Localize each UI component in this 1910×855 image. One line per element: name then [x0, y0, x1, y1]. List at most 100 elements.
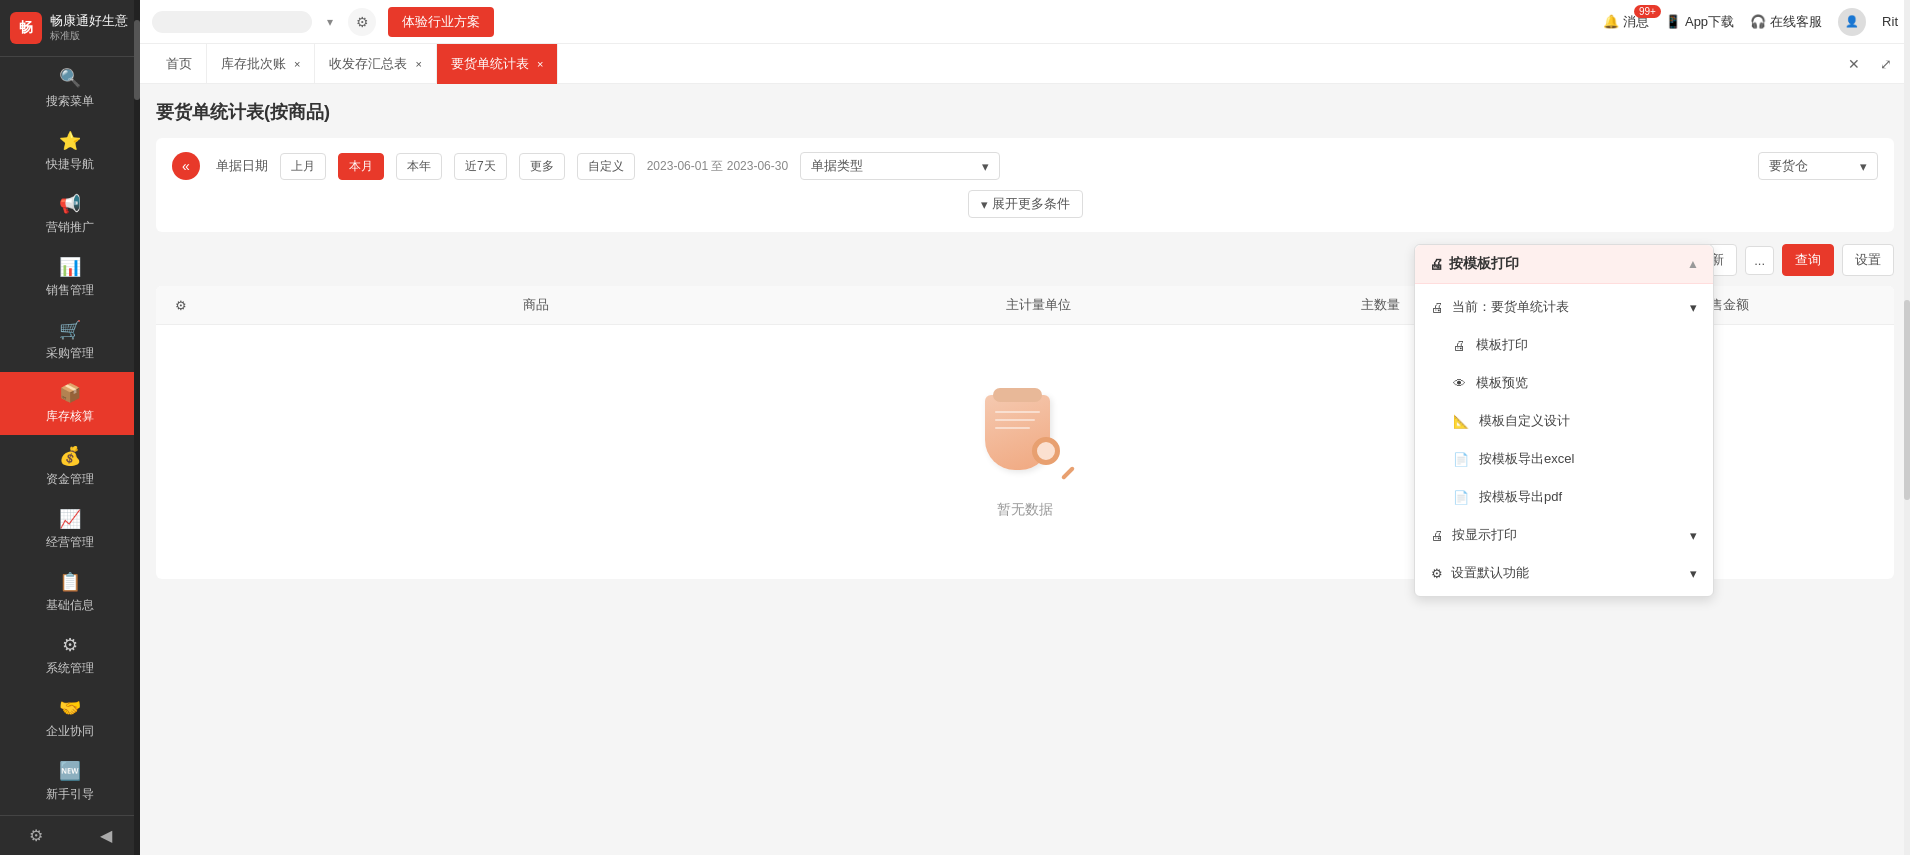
template-preview-item[interactable]: 👁 模板预览	[1415, 364, 1713, 402]
set-default-item[interactable]: ⚙ 设置默认功能 ▾	[1415, 554, 1713, 592]
sidebar-scroll: 🔍 搜索菜单 ⭐ 快捷导航 📢 营销推广 📊 销售管理 🛒 采购管理 📦 库存核…	[0, 57, 140, 815]
tab-receipt-summary-close[interactable]: ×	[415, 58, 421, 70]
date-btn-more[interactable]: 更多	[519, 153, 565, 180]
tab-inventory-batch-close[interactable]: ×	[294, 58, 300, 70]
date-range-display: 2023-06-01 至 2023-06-30	[647, 158, 788, 175]
online-service-btn[interactable]: 🎧 在线客服	[1750, 13, 1822, 31]
sidebar-item-operations[interactable]: 📈 经营管理	[0, 498, 140, 561]
sidebar-item-quick-nav[interactable]: ⭐ 快捷导航	[0, 120, 140, 183]
tab-order-summary[interactable]: 要货单统计表 ×	[437, 44, 558, 84]
search-input[interactable]	[152, 11, 312, 33]
template-dropdown-header: 🖨 按模板打印 ▲	[1415, 245, 1713, 284]
set-default-label: 设置默认功能	[1451, 564, 1529, 582]
date-btn-custom[interactable]: 自定义	[577, 153, 635, 180]
printer-icon: 🖨	[1429, 256, 1443, 272]
template-export-excel-label: 按模板导出excel	[1479, 450, 1574, 468]
purchase-icon: 🛒	[59, 319, 81, 341]
app-name-block: 畅康通好生意 标准版	[50, 13, 128, 44]
date-btn-7days[interactable]: 近7天	[454, 153, 507, 180]
topbar-settings-btn[interactable]: ⚙	[348, 8, 376, 36]
sidebar-item-basic-info[interactable]: 📋 基础信息	[0, 561, 140, 624]
template-export-pdf-item[interactable]: 📄 按模板导出pdf	[1415, 478, 1713, 516]
enterprise-icon: 🤝	[59, 697, 81, 719]
expand-filter-btn[interactable]: «	[172, 152, 200, 180]
page-scrollbar[interactable]	[1904, 0, 1910, 855]
sidebar-item-marketing[interactable]: 📢 营销推广	[0, 183, 140, 246]
display-print-item[interactable]: 🖨 按显示打印 ▾	[1415, 516, 1713, 554]
bell-icon: 🔔	[1603, 14, 1619, 29]
headset-icon: 🎧	[1750, 14, 1766, 29]
template-print-dropdown: 🖨 按模板打印 ▲ 🖨 当前：要货单统计表 ▾	[1414, 244, 1714, 597]
settings-bottom-icon[interactable]: ⚙	[29, 826, 43, 845]
col-unit: 主计量单位	[867, 296, 1209, 314]
template-current-item[interactable]: 🖨 当前：要货单统计表 ▾	[1415, 288, 1713, 326]
expand-more-label: 展开更多条件	[992, 195, 1070, 213]
sidebar-item-label: 新手引导	[46, 786, 94, 803]
template-print-label: 模板打印	[1476, 336, 1528, 354]
order-type-label: 单据类型	[811, 157, 863, 175]
order-type-select[interactable]: 单据类型 ▾	[800, 152, 1000, 180]
template-custom-item[interactable]: 📐 模板自定义设计	[1415, 402, 1713, 440]
more-actions-btn[interactable]: ...	[1745, 246, 1774, 275]
sidebar-item-inventory[interactable]: 📦 库存核算	[0, 372, 140, 435]
sidebar-item-purchase[interactable]: 🛒 采购管理	[0, 309, 140, 372]
template-export-pdf-label: 按模板导出pdf	[1479, 488, 1562, 506]
sidebar-item-enterprise[interactable]: 🤝 企业协同	[0, 687, 140, 750]
app-badge: 标准版	[50, 29, 128, 43]
sidebar-item-label: 系统管理	[46, 660, 94, 677]
template-current-label: 当前：要货单统计表	[1452, 298, 1569, 316]
sidebar-item-label: 快捷导航	[46, 156, 94, 173]
template-dropdown-title: 🖨 按模板打印	[1429, 255, 1519, 273]
empty-text: 暂无数据	[997, 501, 1053, 519]
expand-more-icon: ▾	[981, 197, 988, 212]
goods-warehouse-label: 要货仓	[1769, 157, 1808, 175]
date-btn-this-year[interactable]: 本年	[396, 153, 442, 180]
sidebar-item-search-menu[interactable]: 🔍 搜索菜单	[0, 57, 140, 120]
notifications-btn[interactable]: 🔔 消息 99+	[1603, 13, 1649, 31]
expand-more-btn[interactable]: ▾ 展开更多条件	[968, 190, 1083, 218]
settings-btn[interactable]: 设置	[1842, 244, 1894, 276]
order-type-chevron-icon: ▾	[982, 159, 989, 174]
logo-icon: 畅	[10, 12, 42, 44]
sidebar-item-system[interactable]: ⚙ 系统管理	[0, 624, 140, 687]
notifications-badge: 99+	[1634, 5, 1661, 18]
goods-warehouse-select[interactable]: 要货仓 ▾	[1758, 152, 1878, 180]
sidebar-item-finance[interactable]: 💰 资金管理	[0, 435, 140, 498]
app-download-btn[interactable]: 📱 App下载	[1665, 13, 1734, 31]
date-btn-last-month[interactable]: 上月	[280, 153, 326, 180]
expand-window-btn[interactable]: ⤢	[1874, 52, 1898, 76]
tab-order-summary-label: 要货单统计表	[451, 55, 529, 73]
sidebar-item-label: 营销推广	[46, 219, 94, 236]
set-default-chevron-icon: ▾	[1690, 566, 1697, 581]
sidebar-item-label: 销售管理	[46, 282, 94, 299]
tab-home[interactable]: 首页	[152, 44, 207, 84]
sidebar-item-label: 基础信息	[46, 597, 94, 614]
column-settings-icon[interactable]: ⚙	[175, 298, 187, 313]
template-dropdown-collapse-icon[interactable]: ▲	[1687, 257, 1699, 271]
tab-order-summary-close[interactable]: ×	[537, 58, 543, 70]
guide-icon: 🆕	[59, 760, 81, 782]
template-print-item[interactable]: 🖨 模板打印	[1415, 326, 1713, 364]
query-btn[interactable]: 查询	[1782, 244, 1834, 276]
filter-card: « 单据日期 上月 本月 本年 近7天 更多 自定义 2023-06-01 至 …	[156, 138, 1894, 232]
sidebar-item-label: 企业协同	[46, 723, 94, 740]
search-dropdown-icon[interactable]: ▾	[320, 12, 340, 32]
tab-inventory-batch[interactable]: 库存批次账 ×	[207, 44, 315, 84]
date-btn-this-month[interactable]: 本月	[338, 153, 384, 180]
close-window-btn[interactable]: ✕	[1842, 52, 1866, 76]
more-actions-label: ...	[1754, 253, 1765, 268]
tabbar-right: ✕ ⤢	[1842, 52, 1910, 76]
template-dropdown-body: 🖨 当前：要货单统计表 ▾ 🖨 模板打印 👁 模板预览 📐	[1415, 284, 1713, 596]
sidebar-item-sales[interactable]: 📊 销售管理	[0, 246, 140, 309]
industry-btn[interactable]: 体验行业方案	[388, 7, 494, 37]
tab-receipt-summary[interactable]: 收发存汇总表 ×	[315, 44, 436, 84]
col-settings[interactable]: ⚙	[156, 298, 206, 313]
filter-row: « 单据日期 上月 本月 本年 近7天 更多 自定义 2023-06-01 至 …	[172, 152, 1878, 180]
template-export-excel-icon: 📄	[1453, 452, 1469, 467]
collapse-sidebar-icon[interactable]: ◀	[100, 826, 112, 845]
goods-warehouse-chevron-icon: ▾	[1860, 159, 1867, 174]
basic-info-icon: 📋	[59, 571, 81, 593]
sidebar-item-label: 搜索菜单	[46, 93, 94, 110]
sidebar-item-guide[interactable]: 🆕 新手引导	[0, 750, 140, 813]
template-export-excel-item[interactable]: 📄 按模板导出excel	[1415, 440, 1713, 478]
